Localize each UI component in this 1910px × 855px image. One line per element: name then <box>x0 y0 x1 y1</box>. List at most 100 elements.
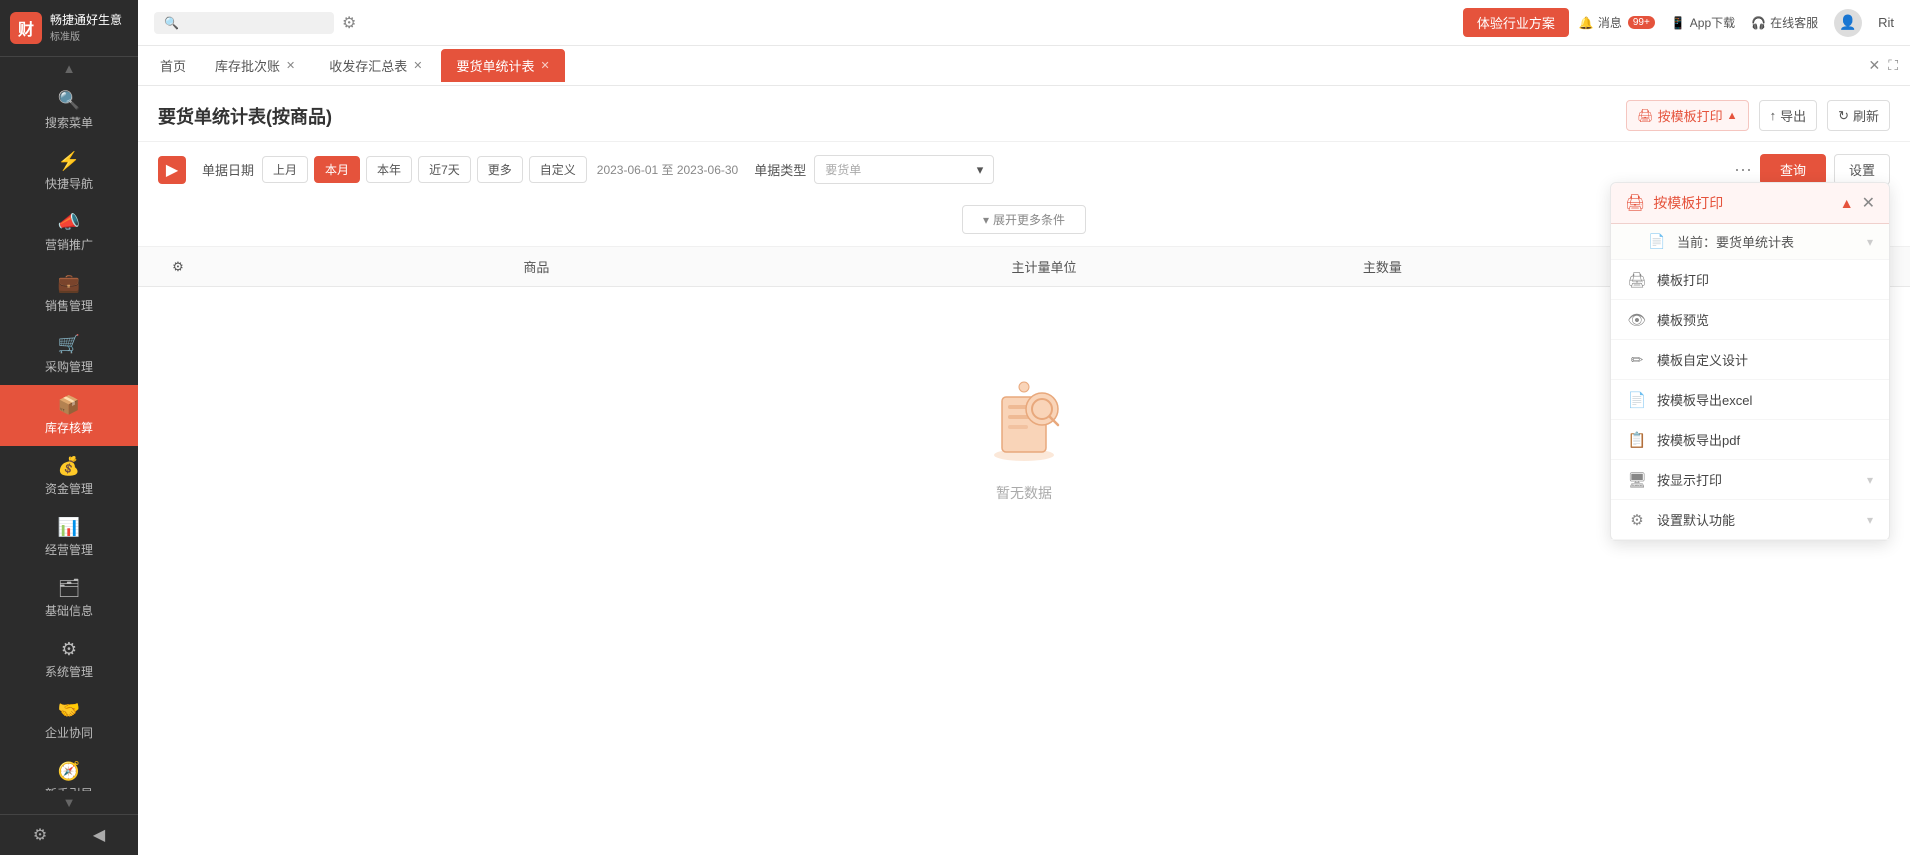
topbar-search-area: 🔍 ⚙ <box>154 12 1453 34</box>
logo-text: 畅捷通好生意 <box>50 13 122 29</box>
filter-expand-btn[interactable]: ▶ <box>158 156 186 184</box>
expand-more-btn[interactable]: ▾ 展开更多条件 <box>962 205 1086 234</box>
topbar-search-box[interactable]: 🔍 <box>154 12 334 34</box>
tab-close-inventory-batch[interactable]: ✕ <box>286 59 295 72</box>
date-btn-current-month[interactable]: 本月 <box>314 156 360 183</box>
export-pdf-label: 按模板导出pdf <box>1657 430 1873 449</box>
default-func-icon: ⚙ <box>1627 511 1647 529</box>
sidebar-item-guide[interactable]: 🧭 新手引导 <box>0 751 138 791</box>
refresh-btn[interactable]: ↻ 刷新 <box>1827 100 1890 131</box>
basic-icon: 🗂 <box>58 578 81 599</box>
dropdown-section-default-func[interactable]: ⚙ 设置默认功能 ▾ <box>1611 500 1889 540</box>
date-btn-prev-month[interactable]: 上月 <box>262 156 308 183</box>
sidebar-item-label: 采购管理 <box>45 358 93 375</box>
settings-btn[interactable]: 设置 <box>1834 154 1890 185</box>
app-download-btn[interactable]: 📱 App下载 <box>1671 14 1735 31</box>
dropdown-item-export-excel[interactable]: 📄 按模板导出excel <box>1611 380 1889 420</box>
dropdown-item-template-design[interactable]: ✏ 模板自定义设计 <box>1611 340 1889 380</box>
download-icon: 📱 <box>1671 16 1686 30</box>
sidebar-item-inventory[interactable]: 📦 库存核算 <box>0 385 138 446</box>
date-btn-last7[interactable]: 近7天 <box>418 156 471 183</box>
table-col-settings[interactable]: ⚙ <box>158 259 198 275</box>
sidebar-item-label: 营销推广 <box>45 236 93 253</box>
default-func-arrow: ▾ <box>1867 513 1873 527</box>
message-btn[interactable]: 🔔 消息 99+ <box>1579 14 1655 31</box>
preview-icon: 👁 <box>1627 311 1647 329</box>
refresh-label: 刷新 <box>1853 106 1879 125</box>
order-type-label: 单据类型 <box>754 160 806 179</box>
sidebar-item-system[interactable]: ⚙ 系统管理 <box>0 629 138 690</box>
order-type-select[interactable]: 要货单 ▾ <box>814 155 994 184</box>
dropdown-item-template-print[interactable]: 🖨 模板打印 <box>1611 260 1889 300</box>
sidebar-scroll-down[interactable]: ▼ <box>0 791 138 814</box>
tab-receivable-summary[interactable]: 收发存汇总表 ✕ <box>314 49 437 82</box>
topbar: 🔍 ⚙ 体验行业方案 🔔 消息 99+ 📱 App下载 🎧 在线客服 👤 <box>138 0 1910 46</box>
sidebar-item-label: 经营管理 <box>45 541 93 558</box>
display-print-arrow: ▾ <box>1867 473 1873 487</box>
tab-close-order-stats[interactable]: ✕ <box>541 59 550 72</box>
sidebar-item-quick-nav[interactable]: ⚡ 快捷导航 <box>0 141 138 202</box>
dropdown-chevron-up[interactable]: ▲ <box>1840 195 1854 211</box>
tab-close-receivable-summary[interactable]: ✕ <box>413 59 422 72</box>
sidebar-item-purchase[interactable]: 🛒 采购管理 <box>0 324 138 385</box>
export-excel-label: 按模板导出excel <box>1657 390 1873 409</box>
query-btn[interactable]: 查询 <box>1760 154 1826 185</box>
collapse-sidebar-icon[interactable]: ◀ <box>93 825 105 845</box>
avatar[interactable]: 👤 <box>1834 9 1862 37</box>
tab-order-stats[interactable]: 要货单统计表 ✕ <box>441 49 564 82</box>
dropdown-item-export-pdf[interactable]: 📋 按模板导出pdf <box>1611 420 1889 460</box>
sidebar-item-search[interactable]: 🔍 搜索菜单 <box>0 80 138 141</box>
sidebar-scroll-up[interactable]: ▲ <box>0 57 138 80</box>
sidebar-item-sales[interactable]: 💼 销售管理 <box>0 263 138 324</box>
template-print-label: 按模板打印 <box>1658 106 1723 125</box>
close-all-tabs-icon[interactable]: ✕ <box>1868 57 1880 74</box>
default-func-label: 设置默认功能 <box>1657 510 1857 529</box>
tab-home[interactable]: 首页 <box>150 50 196 81</box>
sidebar-item-finance[interactable]: 💰 资金管理 <box>0 446 138 507</box>
date-range-display: 2023-06-01 至 2023-06-30 <box>597 161 738 178</box>
online-service-btn[interactable]: 🎧 在线客服 <box>1751 14 1818 31</box>
marketing-icon: 📣 <box>58 212 80 233</box>
date-btn-more[interactable]: 更多 <box>477 156 523 183</box>
template-print-btn[interactable]: 🖨 按模板打印 ▲ <box>1626 100 1748 131</box>
dropdown-close-btn[interactable]: ✕ <box>1862 193 1875 213</box>
sidebar-item-label: 搜索菜单 <box>45 114 93 131</box>
order-type-filter-group: 单据类型 要货单 ▾ <box>754 155 994 184</box>
date-filter-group: 单据日期 上月 本月 本年 近7天 更多 自定义 2023-06-01 至 20… <box>202 156 738 183</box>
template-print-item-label: 模板打印 <box>1657 270 1873 289</box>
file-icon: 📄 <box>1647 233 1667 250</box>
printer-item-icon: 🖨 <box>1627 271 1647 289</box>
empty-text: 暂无数据 <box>996 483 1052 503</box>
dropdown-header: 🖨 按模板打印 ▲ ✕ <box>1611 183 1889 224</box>
export-btn[interactable]: ↑ 导出 <box>1759 100 1818 131</box>
expand-icon: ▾ <box>983 213 989 227</box>
template-print-dropdown: 🖨 按模板打印 ▲ ✕ 📄 当前：要货单统计表 ▾ 🖨 模板打印 � <box>1610 182 1890 541</box>
empty-illustration <box>974 367 1074 467</box>
dropdown-item-template-preview[interactable]: 👁 模板预览 <box>1611 300 1889 340</box>
tab-inventory-batch[interactable]: 库存批次账 ✕ <box>200 49 310 82</box>
more-options-icon[interactable]: ··· <box>1734 159 1752 180</box>
dropdown-printer-icon: 🖨 <box>1625 193 1645 213</box>
pdf-icon: 📋 <box>1627 431 1647 449</box>
dropdown-section-display-print[interactable]: 🖥 按显示打印 ▾ <box>1611 460 1889 500</box>
sidebar-item-label: 库存核算 <box>45 419 93 436</box>
dropdown-current-template[interactable]: 📄 当前：要货单统计表 ▾ <box>1611 224 1889 260</box>
page-actions: 🖨 按模板打印 ▲ ↑ 导出 ↻ 刷新 <box>1626 100 1890 131</box>
logo-sub: 标准版 <box>50 28 122 43</box>
date-filter-label: 单据日期 <box>202 160 254 179</box>
sidebar-item-collab[interactable]: 🤝 企业协同 <box>0 690 138 751</box>
gear-icon[interactable]: ⚙ <box>342 13 356 33</box>
date-btn-current-year[interactable]: 本年 <box>366 156 412 183</box>
export-icon: ↑ <box>1770 108 1777 123</box>
sidebar-item-operation[interactable]: 📊 经营管理 <box>0 507 138 568</box>
sidebar-item-basic[interactable]: 🗂 基础信息 <box>0 568 138 629</box>
bell-icon: 🔔 <box>1579 16 1594 30</box>
content-area: 要货单统计表(按商品) 🖨 按模板打印 ▲ ↑ 导出 ↻ 刷新 <box>138 86 1910 855</box>
date-btn-custom[interactable]: 自定义 <box>529 156 587 183</box>
settings-footer-icon[interactable]: ⚙ <box>33 825 47 845</box>
trial-btn[interactable]: 体验行业方案 <box>1463 8 1569 37</box>
expand-window-icon[interactable]: ⛶ <box>1888 57 1898 74</box>
operation-icon: 📊 <box>58 517 80 538</box>
sidebar: 财 畅捷通好生意 标准版 ▲ 🔍 搜索菜单 ⚡ 快捷导航 📣 营销推广 💼 销售… <box>0 0 138 855</box>
sidebar-item-marketing[interactable]: 📣 营销推广 <box>0 202 138 263</box>
